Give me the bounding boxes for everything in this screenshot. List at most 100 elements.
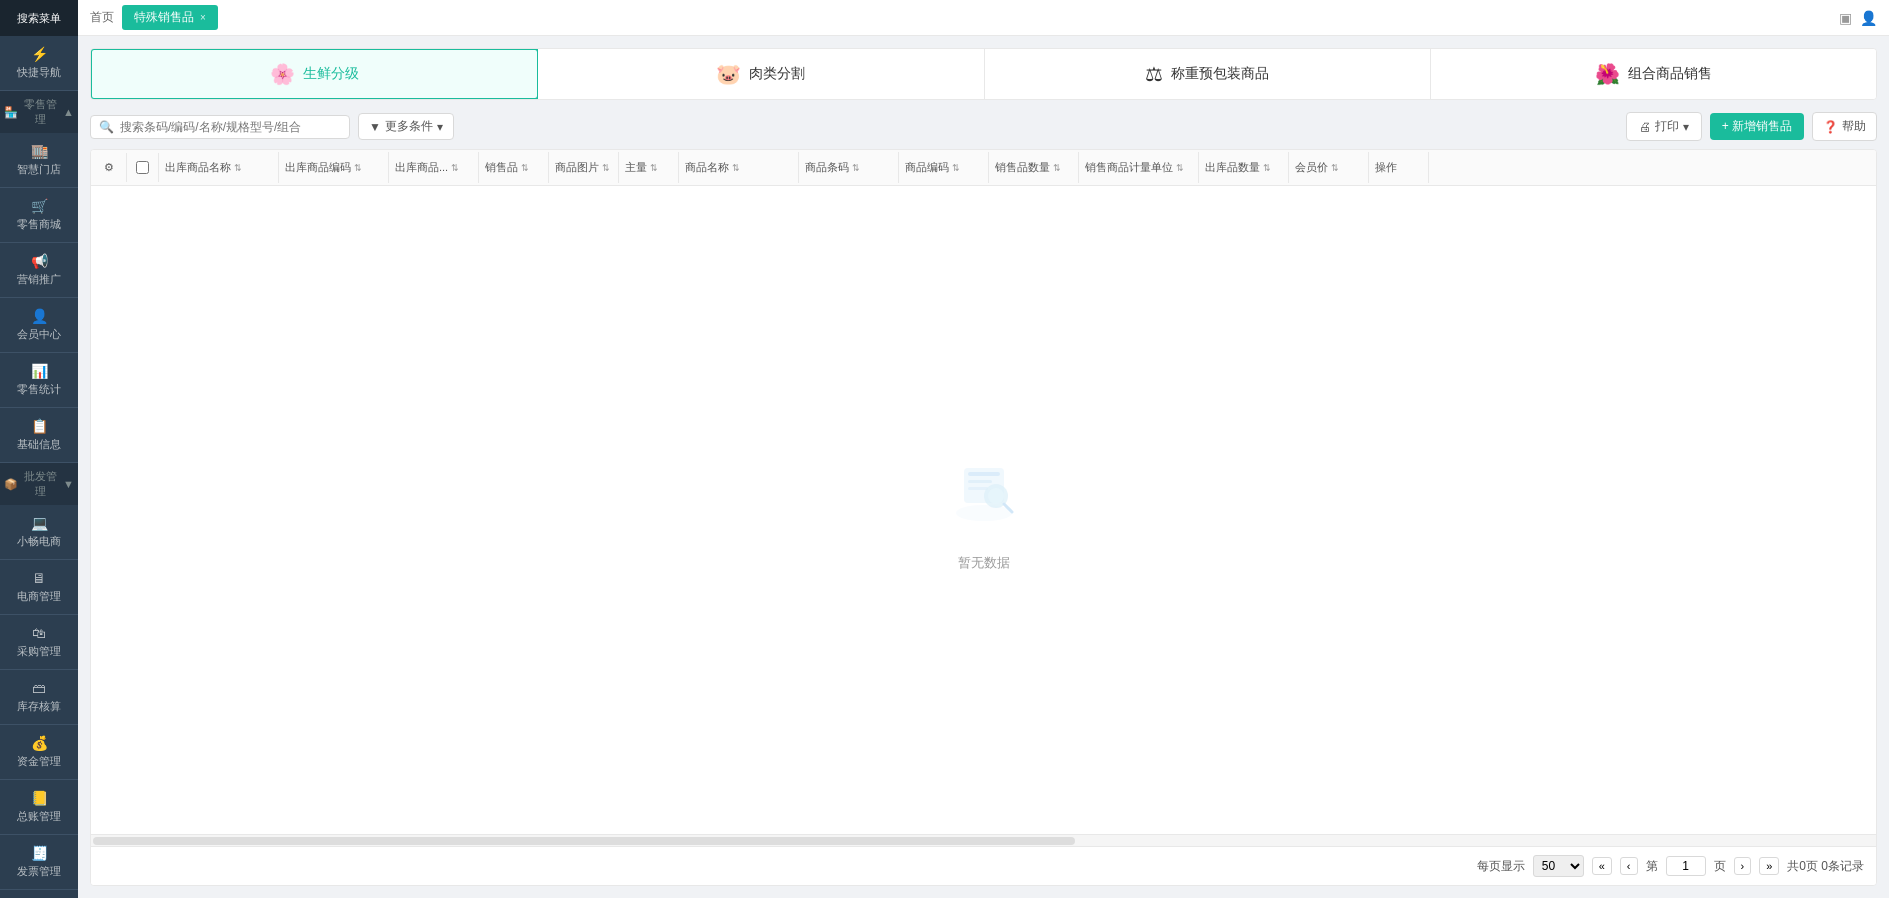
retail-stats-icon: 📊 xyxy=(31,363,48,379)
th-sales-qty: 销售品数量 ⇅ xyxy=(989,152,1079,183)
page-suffix: 页 xyxy=(1714,858,1726,875)
sort-icon[interactable]: ⇅ xyxy=(1176,163,1184,173)
sidebar-item-ecommerce-mgmt[interactable]: 🖥 电商管理 xyxy=(0,560,78,615)
th-barcode: 商品条码 ⇅ xyxy=(799,152,899,183)
sort-icon[interactable]: ⇅ xyxy=(602,163,610,173)
settings-col-icon: ⚙ xyxy=(104,161,114,174)
th-label: 主量 xyxy=(625,160,647,175)
sidebar-section-wholesale[interactable]: 📦 批发管理 ▼ xyxy=(0,463,78,505)
add-product-button[interactable]: + 新增销售品 xyxy=(1710,113,1804,140)
sort-icon[interactable]: ⇅ xyxy=(234,163,242,173)
search-input[interactable] xyxy=(120,120,341,134)
th-outbound-name: 出库商品名称 ⇅ xyxy=(159,152,279,183)
th-settings[interactable]: ⚙ xyxy=(91,153,127,182)
sort-icon[interactable]: ⇅ xyxy=(451,163,459,173)
th-label: 销售品数量 xyxy=(995,160,1050,175)
search-icon: 🔍 xyxy=(99,120,114,134)
sidebar-item-tax[interactable]: 📑 税务管理 xyxy=(0,890,78,898)
wholesale-icon: 📦 xyxy=(4,478,18,491)
sort-icon[interactable]: ⇅ xyxy=(732,163,740,173)
sidebar-item-smart-store[interactable]: 🏬 智慧门店 xyxy=(0,133,78,188)
last-page-button[interactable]: » xyxy=(1759,857,1779,875)
page-label: 第 xyxy=(1646,858,1658,875)
tab-label: 特殊销售品 xyxy=(134,9,194,26)
topbar-right: ▣ 👤 xyxy=(1839,10,1877,26)
sidebar-item-quick-nav[interactable]: ⚡ 快捷导航 xyxy=(0,36,78,91)
sort-icon[interactable]: ⇅ xyxy=(521,163,529,173)
print-button[interactable]: 🖨 打印 ▾ xyxy=(1626,112,1702,141)
total-info: 共0页 0条记录 xyxy=(1787,858,1864,875)
sidebar-item-invoice[interactable]: 🧾 发票管理 xyxy=(0,835,78,890)
sidebar-item-marketing[interactable]: 📢 营销推广 xyxy=(0,243,78,298)
horizontal-scrollbar[interactable] xyxy=(91,834,1876,846)
finance-icon: 💰 xyxy=(31,735,48,751)
first-page-button[interactable]: « xyxy=(1592,857,1612,875)
sidebar-item-purchase[interactable]: 🛍 采购管理 xyxy=(0,615,78,670)
filter-icon: ▼ xyxy=(369,120,381,134)
basic-info-icon: 📋 xyxy=(31,418,48,434)
invoice-icon: 🧾 xyxy=(31,845,48,861)
sort-icon[interactable]: ⇅ xyxy=(952,163,960,173)
sidebar-item-retail-stats[interactable]: 📊 零售统计 xyxy=(0,353,78,408)
th-checkbox[interactable] xyxy=(127,153,159,182)
sort-icon[interactable]: ⇅ xyxy=(650,163,658,173)
main-content: 首页 特殊销售品 × ▣ 👤 🌸 生鲜分级 🐷 肉类分割 ⚖ 称重预包装商品 xyxy=(78,0,1889,898)
sidebar-item-basic-info[interactable]: 📋 基础信息 xyxy=(0,408,78,463)
topbar-user-icon[interactable]: 👤 xyxy=(1860,10,1877,26)
th-member-price: 会员价 ⇅ xyxy=(1289,152,1369,183)
weigh-label: 称重预包装商品 xyxy=(1171,65,1269,83)
topbar-toggle-icon[interactable]: ▣ xyxy=(1839,10,1852,26)
sidebar-item-retail-mall[interactable]: 🛒 零售商城 xyxy=(0,188,78,243)
prev-page-button[interactable]: ‹ xyxy=(1620,857,1638,875)
help-label: 帮助 xyxy=(1842,118,1866,135)
home-breadcrumb[interactable]: 首页 xyxy=(90,9,114,26)
cat-tab-weigh[interactable]: ⚖ 称重预包装商品 xyxy=(985,49,1431,99)
toolbar-left: 🔍 ▼ 更多条件 ▾ xyxy=(90,113,454,140)
print-icon: 🖨 xyxy=(1639,120,1651,134)
sidebar-item-general-ledger[interactable]: 📒 总账管理 xyxy=(0,780,78,835)
category-tabs: 🌸 生鲜分级 🐷 肉类分割 ⚖ 称重预包装商品 🌺 组合商品销售 xyxy=(90,48,1877,100)
svg-point-0 xyxy=(956,505,1012,521)
table-body-empty: 暂无数据 xyxy=(91,186,1876,834)
meat-label: 肉类分割 xyxy=(749,65,805,83)
th-label: 销售品 xyxy=(485,160,518,175)
cat-tab-combo[interactable]: 🌺 组合商品销售 xyxy=(1431,49,1876,99)
th-label: 会员价 xyxy=(1295,160,1328,175)
cat-tab-meat[interactable]: 🐷 肉类分割 xyxy=(538,49,984,99)
svg-point-6 xyxy=(988,488,1004,504)
meat-icon: 🐷 xyxy=(716,62,741,86)
next-page-button[interactable]: › xyxy=(1734,857,1752,875)
tab-close-icon[interactable]: × xyxy=(200,12,206,23)
sort-icon[interactable]: ⇅ xyxy=(1331,163,1339,173)
per-page-select[interactable]: 50 10 20 100 xyxy=(1533,855,1584,877)
th-label: 出库商品名称 xyxy=(165,160,231,175)
th-label: 出库商品编码 xyxy=(285,160,351,175)
sidebar-section-retail[interactable]: 🏪 零售管理 ▲ xyxy=(0,91,78,133)
th-product-code: 商品编码 ⇅ xyxy=(899,152,989,183)
retail-icon: 🏪 xyxy=(4,106,18,119)
sort-icon[interactable]: ⇅ xyxy=(1263,163,1271,173)
sidebar-item-finance[interactable]: 💰 资金管理 xyxy=(0,725,78,780)
filter-button[interactable]: ▼ 更多条件 ▾ xyxy=(358,113,454,140)
search-box[interactable]: 🔍 xyxy=(90,115,350,139)
sort-icon[interactable]: ⇅ xyxy=(1053,163,1061,173)
expand-icon: ▲ xyxy=(63,106,74,118)
sidebar-item-ecommerce-small[interactable]: 💻 小畅电商 xyxy=(0,505,78,560)
th-label: 商品编码 xyxy=(905,160,949,175)
per-page-label: 每页显示 xyxy=(1477,858,1525,875)
sidebar-item-inventory[interactable]: 🗃 库存核算 xyxy=(0,670,78,725)
sidebar-item-member[interactable]: 👤 会员中心 xyxy=(0,298,78,353)
sidebar-logo[interactable]: 搜索菜单 xyxy=(0,0,78,36)
page-number-input[interactable] xyxy=(1666,856,1706,876)
filter-label: 更多条件 xyxy=(385,118,433,135)
cat-tab-fresh[interactable]: 🌸 生鲜分级 xyxy=(90,48,539,100)
active-tab[interactable]: 特殊销售品 × xyxy=(122,5,218,30)
print-label: 打印 xyxy=(1655,118,1679,135)
help-icon: ❓ xyxy=(1823,120,1838,134)
help-button[interactable]: ❓ 帮助 xyxy=(1812,112,1877,141)
sort-icon[interactable]: ⇅ xyxy=(354,163,362,173)
scrollbar-thumb xyxy=(93,837,1075,845)
select-all-checkbox[interactable] xyxy=(136,161,149,174)
sort-icon[interactable]: ⇅ xyxy=(852,163,860,173)
smart-store-icon: 🏬 xyxy=(31,143,48,159)
